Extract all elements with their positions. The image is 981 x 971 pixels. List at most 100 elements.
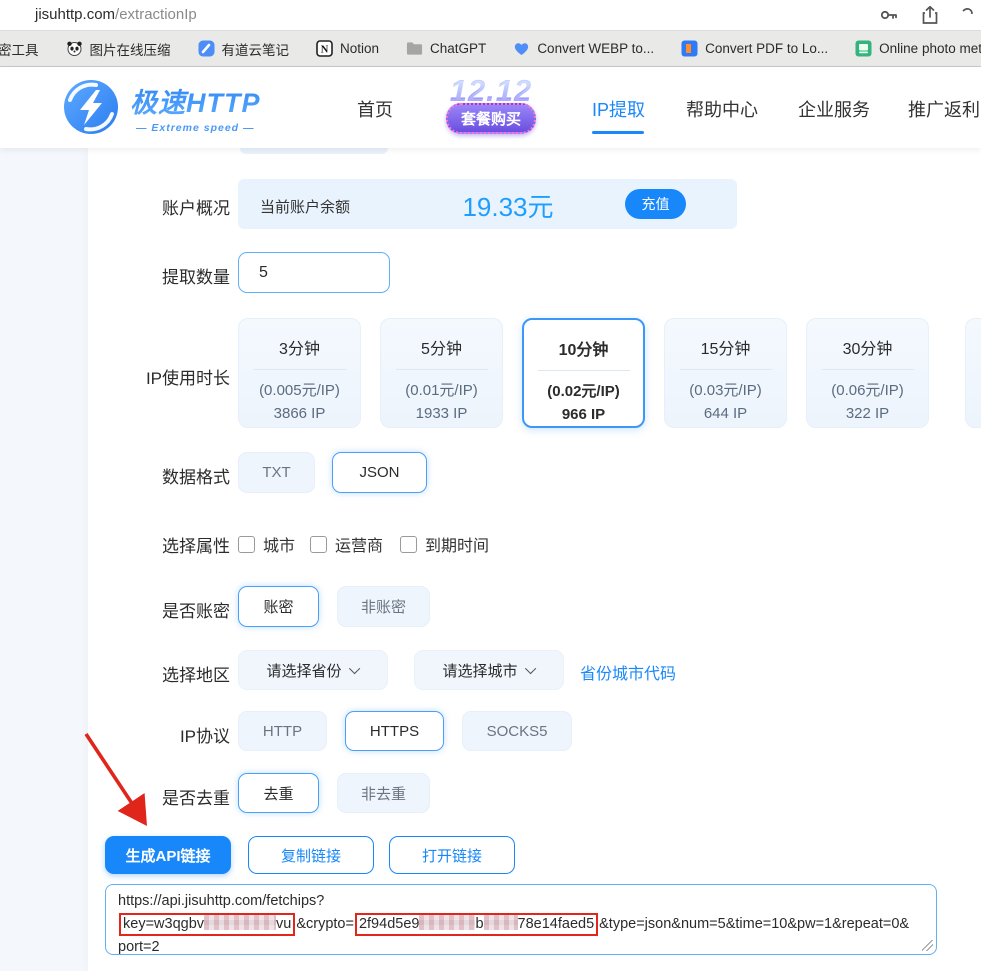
duration-card-3min[interactable]: 3分钟 (0.005元/IP) 3866 IP bbox=[238, 318, 361, 428]
protocol-label: IP协议 bbox=[179, 727, 230, 746]
generate-api-link-button[interactable]: 生成API链接 bbox=[105, 836, 231, 874]
account-label: 账户概况 bbox=[162, 199, 230, 218]
auth-label: 是否账密 bbox=[162, 602, 230, 621]
dedup-label: 是否去重 bbox=[162, 789, 230, 808]
checkbox-label: 到期时间 bbox=[425, 538, 490, 555]
account-panel: 当前账户余额 19.33元 充值 bbox=[238, 179, 737, 229]
province-select[interactable]: 请选择省份 bbox=[238, 650, 388, 690]
province-select-value: 请选择省份 bbox=[266, 662, 342, 680]
open-link-button[interactable]: 打开链接 bbox=[389, 836, 515, 874]
duration-count: 644 IP bbox=[703, 405, 748, 422]
bookmark-item[interactable]: Convert PDF to Lo... bbox=[681, 40, 828, 57]
duration-price: (0.02元/IP) bbox=[547, 383, 620, 400]
duration-card-30min[interactable]: 30分钟 (0.06元/IP) 322 IP bbox=[806, 318, 929, 428]
bookmark-item[interactable]: 有道云笔记 bbox=[198, 39, 290, 59]
quantity-label: 提取数量 bbox=[162, 268, 230, 287]
promo-pill: 套餐购买 bbox=[445, 103, 536, 134]
api-url-line2: key=w3qgbv vu &crypto= 2f94d5e9 b 78e14faed5 &… bbox=[118, 913, 924, 936]
api-url-textarea[interactable]: https://api.jisuhttp.com/fetchips? key=w… bbox=[105, 884, 937, 955]
bookmark-item[interactable]: Convert WEBP to... bbox=[513, 40, 654, 57]
format-option-json-selected[interactable]: JSON bbox=[332, 452, 427, 493]
key-icon[interactable] bbox=[879, 5, 899, 25]
checkbox-carrier[interactable]: 运营商 bbox=[310, 532, 383, 556]
protocol-option-https-selected[interactable]: HTTPS bbox=[345, 711, 444, 751]
share-icon[interactable] bbox=[921, 5, 939, 25]
svg-text:N: N bbox=[321, 45, 329, 56]
city-select-value: 请选择城市 bbox=[442, 662, 518, 680]
copy-link-button[interactable]: 复制链接 bbox=[248, 836, 374, 874]
bookmark-label: 有道云笔记 bbox=[221, 42, 290, 58]
dedup-option-no[interactable]: 非去重 bbox=[337, 773, 430, 813]
bookmark-label: 密工具 bbox=[0, 42, 39, 58]
browser-extra-icon[interactable] bbox=[961, 5, 973, 25]
divider bbox=[679, 369, 772, 370]
promo-banner[interactable]: 12.12 套餐购买 bbox=[436, 73, 546, 134]
url-host: jisuhttp.com bbox=[35, 6, 116, 23]
quantity-input[interactable] bbox=[238, 252, 390, 293]
dedup-option-yes-selected[interactable]: 去重 bbox=[238, 773, 319, 813]
mosaic-redaction bbox=[419, 915, 476, 930]
divider bbox=[821, 369, 914, 370]
attrs-label: 选择属性 bbox=[162, 537, 230, 556]
province-city-code-link[interactable]: 省份城市代码 bbox=[580, 660, 676, 684]
nav-home[interactable]: 首页 bbox=[357, 96, 393, 122]
lightning-logo-icon bbox=[62, 78, 120, 136]
protocol-option-socks5[interactable]: SOCKS5 bbox=[462, 711, 572, 751]
brand-subtitle: — Extreme speed — bbox=[135, 121, 255, 134]
resize-handle[interactable] bbox=[922, 940, 933, 951]
address-text[interactable]: jisuhttp.com/extractionIp bbox=[35, 6, 197, 23]
url-path: /extractionIp bbox=[115, 6, 197, 23]
duration-card-5min[interactable]: 5分钟 (0.01元/IP) 1933 IP bbox=[380, 318, 503, 428]
nav-promotion[interactable]: 推广返利 bbox=[908, 96, 980, 122]
checkbox-expiry[interactable]: 到期时间 bbox=[400, 532, 489, 556]
bookmark-label: 图片在线压缩 bbox=[89, 42, 171, 58]
checkbox-box[interactable] bbox=[400, 535, 417, 553]
divider bbox=[253, 369, 346, 370]
api-url-line1: https://api.jisuhttp.com/fetchips? bbox=[118, 893, 325, 909]
panda-icon bbox=[66, 40, 83, 57]
duration-count: 966 IP bbox=[561, 406, 606, 423]
duration-card-10min-selected[interactable]: 10分钟 (0.02元/IP) 966 IP bbox=[522, 318, 645, 428]
bookmark-label: Notion bbox=[340, 41, 380, 56]
site-logo[interactable]: 极速HTTP — Extreme speed — bbox=[62, 78, 261, 136]
protocol-option-http[interactable]: HTTP bbox=[238, 711, 327, 751]
duration-name: 5分钟 bbox=[421, 341, 462, 358]
clipped-top-element bbox=[240, 148, 388, 154]
checkbox-city[interactable]: 城市 bbox=[238, 532, 295, 556]
balance-value: 19.33元 bbox=[462, 192, 554, 222]
auth-option-password-selected[interactable]: 账密 bbox=[238, 586, 319, 627]
checkbox-box[interactable] bbox=[310, 535, 327, 553]
nav-ip-extract[interactable]: IP提取 bbox=[592, 96, 645, 122]
bookmark-item[interactable]: 图片在线压缩 bbox=[66, 39, 171, 59]
mosaic-redaction bbox=[204, 915, 277, 930]
nav-enterprise[interactable]: 企业服务 bbox=[798, 96, 870, 122]
pdf-converter-icon bbox=[681, 40, 698, 57]
balance-label: 当前账户余额 bbox=[260, 199, 351, 216]
nav-help-center[interactable]: 帮助中心 bbox=[686, 96, 758, 122]
duration-name: 15分钟 bbox=[700, 341, 751, 358]
duration-count: 322 IP bbox=[845, 405, 890, 422]
bookmark-item[interactable]: 密工具 bbox=[0, 39, 39, 59]
checkbox-label: 城市 bbox=[263, 538, 296, 555]
divider bbox=[537, 370, 630, 371]
checkbox-box[interactable] bbox=[238, 535, 255, 553]
format-option-txt[interactable]: TXT bbox=[238, 452, 315, 493]
recharge-button[interactable]: 充值 bbox=[625, 189, 686, 219]
duration-card-15min[interactable]: 15分钟 (0.03元/IP) 644 IP bbox=[664, 318, 787, 428]
redacted-crypto-box: 2f94d5e9 b 78e14faed5 bbox=[354, 913, 599, 936]
duration-price: (0.01元/IP) bbox=[405, 382, 478, 399]
bookmark-label: ChatGPT bbox=[430, 41, 487, 56]
page: jisuhttp.com/extractionIp 密工具 图片在线压缩 有道云… bbox=[0, 0, 981, 971]
youdao-note-icon bbox=[198, 40, 215, 57]
bookmark-item[interactable]: Online photo meta... bbox=[855, 40, 981, 57]
mosaic-redaction bbox=[483, 915, 518, 930]
bookmark-item[interactable]: ChatGPT bbox=[406, 40, 486, 57]
auth-option-no-password[interactable]: 非账密 bbox=[337, 586, 430, 627]
bookmark-item[interactable]: N Notion bbox=[316, 40, 379, 57]
browser-url-bar[interactable]: jisuhttp.com/extractionIp bbox=[0, 0, 981, 30]
duration-name: 30分钟 bbox=[842, 341, 893, 358]
duration-card-partial bbox=[965, 318, 981, 428]
webp-converter-icon bbox=[513, 40, 530, 57]
duration-price: (0.06元/IP) bbox=[831, 382, 904, 399]
city-select[interactable]: 请选择城市 bbox=[414, 650, 564, 690]
